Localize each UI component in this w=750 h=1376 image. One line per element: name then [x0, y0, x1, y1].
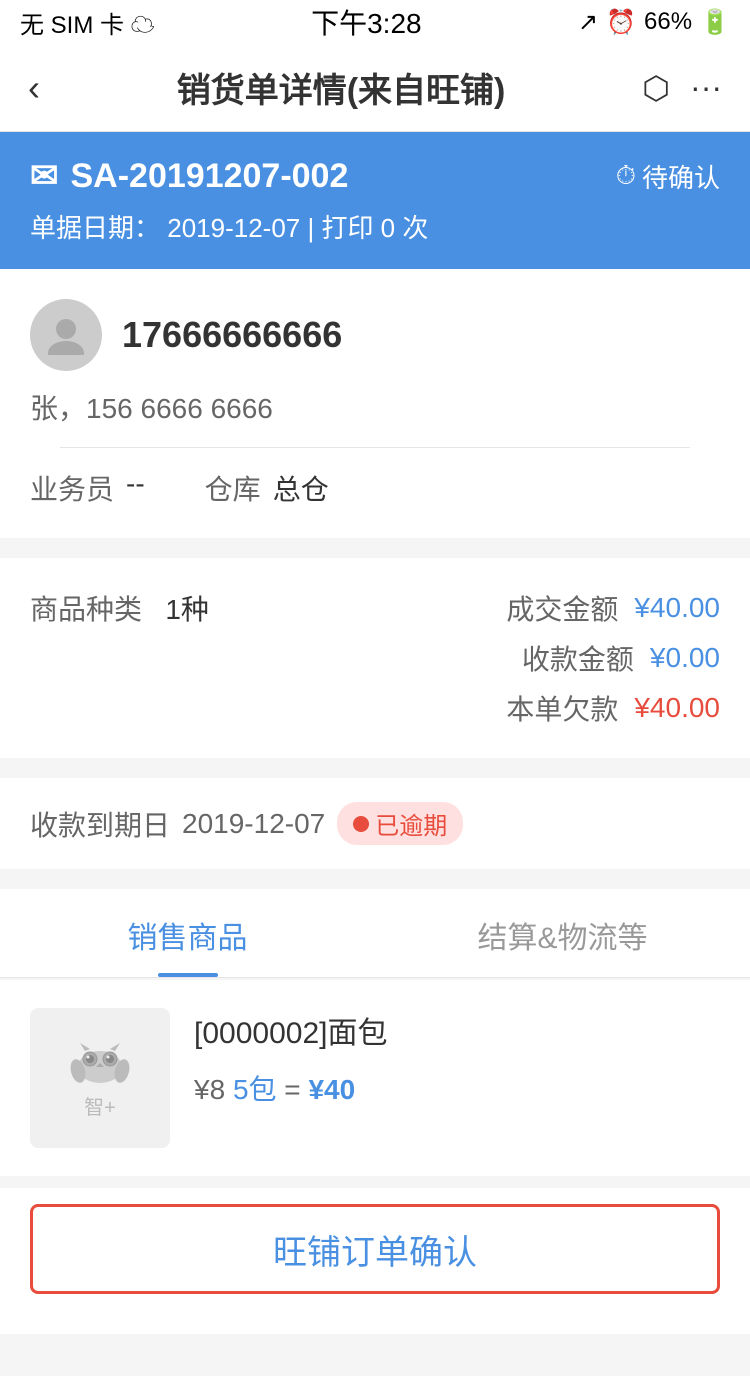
status-bar: 无 SIM 卡 ☁ 下午3:28 ↗ ⏰ 66% 🔋 — [0, 0, 750, 44]
share-icon[interactable]: ⬡ — [642, 69, 670, 107]
overdue-text: 已逾期 — [375, 806, 447, 841]
product-name: [0000002]面包 — [194, 1008, 720, 1052]
product-info: [0000002]面包 ¥8 5包 = ¥40 — [194, 1008, 720, 1108]
status-time: 下午3:28 — [311, 2, 422, 42]
equals-symbol: = — [284, 1074, 300, 1105]
sales-label: 业务员 — [30, 468, 114, 508]
back-button[interactable]: ‹ — [28, 67, 40, 109]
order-id: ✉ SA-20191207-002 — [30, 156, 348, 196]
confirm-button-label: 旺铺订单确认 — [273, 1225, 477, 1274]
order-date-row: 单据日期： 2019-12-07 | 打印 0 次 — [30, 208, 720, 245]
customer-name: 张，156 6666 6666 — [30, 387, 720, 427]
tab-sales-products[interactable]: 销售商品 — [0, 889, 375, 977]
due-date-value: 2019-12-07 — [182, 808, 325, 840]
logo-text: 智+ — [84, 1091, 116, 1120]
amount-value: ¥40.00 — [634, 592, 720, 624]
order-header: ✉ SA-20191207-002 ⏱ 待确认 单据日期： 2019-12-07… — [0, 132, 750, 269]
total-price: ¥40 — [308, 1074, 355, 1105]
customer-phone: 17666666666 — [122, 314, 342, 356]
overdue-dot-icon — [353, 816, 369, 832]
nav-actions: ⬡ ··· — [642, 69, 722, 107]
no-sim-text: 无 SIM 卡 ☁ — [20, 5, 155, 40]
summary-card: 商品种类 1种 成交金额 ¥40.00 收款金额 ¥0.00 本单欠款 ¥40.… — [0, 558, 750, 758]
print-info: | 打印 0 次 — [307, 213, 428, 243]
tab-settlement-label: 结算&物流等 — [477, 922, 647, 955]
product-price: ¥8 5包 = ¥40 — [194, 1068, 720, 1108]
battery-icon: 🔋 — [700, 8, 730, 37]
status-clock-icon: ⏱ — [616, 160, 636, 192]
customer-card: 17666666666 张，156 6666 6666 业务员 -- 仓库 总仓 — [0, 269, 750, 538]
warehouse-meta: 仓库 总仓 — [205, 468, 329, 508]
status-right: ↗ ⏰ 66% 🔋 — [578, 8, 730, 37]
due-label: 收款到期日 — [30, 804, 170, 844]
order-status: ⏱ 待确认 — [616, 158, 720, 195]
order-icon: ✉ — [30, 156, 59, 196]
order-date-value: 2019-12-07 — [167, 213, 300, 243]
unit-price: ¥8 — [194, 1074, 225, 1105]
amount-label: 成交金额 — [506, 588, 618, 628]
quantity: 5包 — [233, 1074, 277, 1105]
avatar — [30, 299, 102, 371]
amount-info: 成交金额 ¥40.00 收款金额 ¥0.00 本单欠款 ¥40.00 — [506, 588, 720, 728]
received-value: ¥0.00 — [650, 642, 720, 674]
debt-label: 本单欠款 — [506, 688, 618, 728]
order-id-text: SA-20191207-002 — [71, 157, 349, 196]
owl-logo: 智+ — [65, 1037, 135, 1120]
sales-value: -- — [126, 468, 145, 508]
due-date-card: 收款到期日 2019-12-07 已逾期 — [0, 778, 750, 869]
type-value: 1种 — [165, 594, 209, 625]
received-row: 收款金额 ¥0.00 — [522, 638, 720, 678]
tab-settlement[interactable]: 结算&物流等 — [375, 889, 750, 977]
received-label: 收款金额 — [522, 638, 634, 678]
confirm-btn-wrapper: 旺铺订单确认 — [0, 1188, 750, 1334]
sales-meta: 业务员 -- — [30, 468, 145, 508]
order-status-text: 待确认 — [642, 158, 720, 195]
debt-value: ¥40.00 — [634, 692, 720, 724]
type-label: 商品种类 — [30, 594, 142, 625]
product-card: 智+ [0000002]面包 ¥8 5包 = ¥40 — [0, 980, 750, 1176]
more-icon[interactable]: ··· — [690, 69, 722, 106]
overdue-badge: 已逾期 — [337, 802, 463, 845]
location-icon: ↗ — [578, 8, 598, 37]
tabs: 销售商品 结算&物流等 — [0, 889, 750, 978]
product-type-info: 商品种类 1种 — [30, 588, 209, 728]
date-label: 单据日期： — [30, 213, 160, 243]
warehouse-value: 总仓 — [273, 468, 329, 508]
status-left: 无 SIM 卡 ☁ — [20, 5, 155, 40]
tab-sales-label: 销售商品 — [128, 922, 248, 955]
amount-row: 成交金额 ¥40.00 — [506, 588, 720, 628]
alarm-icon: ⏰ — [606, 8, 636, 37]
battery-text: 66% — [644, 8, 692, 36]
nav-bar: ‹ 销货单详情(来自旺铺) ⬡ ··· — [0, 44, 750, 132]
page-title: 销货单详情(来自旺铺) — [177, 63, 506, 112]
debt-row: 本单欠款 ¥40.00 — [506, 688, 720, 728]
customer-meta: 业务员 -- 仓库 总仓 — [30, 468, 720, 508]
confirm-button[interactable]: 旺铺订单确认 — [30, 1204, 720, 1294]
warehouse-label: 仓库 — [205, 468, 261, 508]
product-image: 智+ — [30, 1008, 170, 1148]
